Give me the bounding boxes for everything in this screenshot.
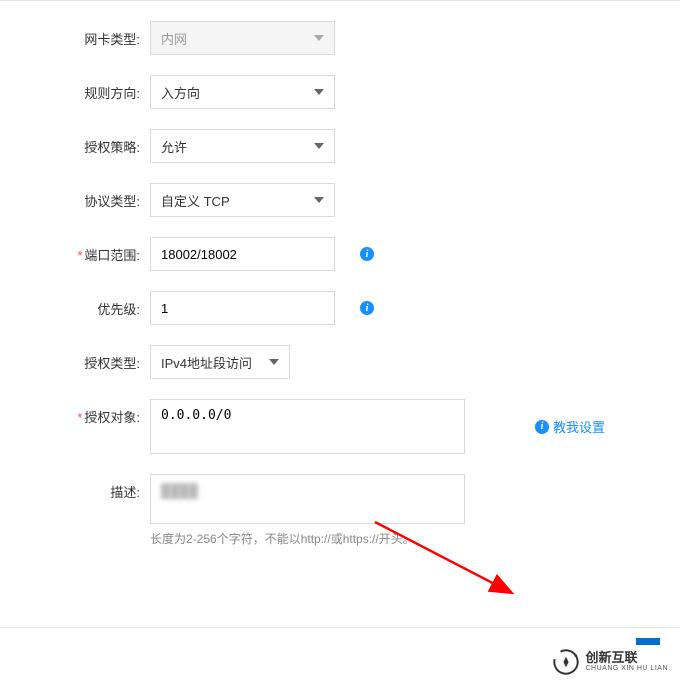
label-rule-direction: 规则方向: xyxy=(0,75,150,102)
select-auth-policy-value: 允许 xyxy=(161,137,187,156)
info-icon[interactable]: i xyxy=(360,247,374,261)
watermark-en: CHUANG XIN HU LIAN xyxy=(585,665,668,673)
row-auth-object: *授权对象: i 教我设置 xyxy=(0,399,680,454)
select-protocol[interactable]: 自定义 TCP xyxy=(150,183,335,217)
required-marker: * xyxy=(77,410,82,425)
select-auth-type-value: IPv4地址段访问 xyxy=(161,353,252,372)
chevron-down-icon xyxy=(314,197,324,203)
label-nic-type: 网卡类型: xyxy=(0,21,150,48)
watermark-logo-icon xyxy=(553,649,579,675)
select-protocol-value: 自定义 TCP xyxy=(161,191,230,210)
label-priority: 优先级: xyxy=(0,291,150,318)
watermark: 创新互联 CHUANG XIN HU LIAN xyxy=(549,645,672,679)
label-protocol: 协议类型: xyxy=(0,183,150,210)
chevron-down-icon xyxy=(314,89,324,95)
row-auth-type: 授权类型: IPv4地址段访问 xyxy=(0,345,680,379)
description-hint: 长度为2-256个字符，不能以http://或https://开头。 xyxy=(150,530,465,547)
input-port-range[interactable] xyxy=(150,237,335,271)
security-rule-form: 网卡类型: 内网 规则方向: 入方向 授权策略: 允许 xyxy=(0,0,680,547)
row-description: 描述: ████ 长度为2-256个字符，不能以http://或https://… xyxy=(0,474,680,547)
label-description: 描述: xyxy=(0,474,150,501)
input-priority[interactable] xyxy=(150,291,335,325)
watermark-cn: 创新互联 xyxy=(585,651,668,665)
help-link[interactable]: i 教我设置 xyxy=(535,417,605,436)
select-nic-type: 内网 xyxy=(150,21,335,55)
textarea-auth-object[interactable] xyxy=(150,399,465,454)
info-icon[interactable]: i xyxy=(360,301,374,315)
chevron-down-icon xyxy=(314,35,324,41)
help-link-text: 教我设置 xyxy=(553,417,605,436)
select-rule-direction[interactable]: 入方向 xyxy=(150,75,335,109)
row-port-range: *端口范围: i xyxy=(0,237,680,271)
chevron-down-icon xyxy=(314,143,324,149)
required-marker: * xyxy=(77,248,82,263)
label-auth-type: 授权类型: xyxy=(0,345,150,372)
select-auth-type[interactable]: IPv4地址段访问 xyxy=(150,345,290,379)
select-auth-policy[interactable]: 允许 xyxy=(150,129,335,163)
label-auth-policy: 授权策略: xyxy=(0,129,150,156)
info-icon: i xyxy=(535,420,549,434)
textarea-description[interactable]: ████ xyxy=(150,474,465,524)
label-port-range: *端口范围: xyxy=(0,237,150,264)
row-protocol: 协议类型: 自定义 TCP xyxy=(0,183,680,217)
row-priority: 优先级: i xyxy=(0,291,680,325)
select-nic-type-value: 内网 xyxy=(161,29,187,48)
chevron-down-icon xyxy=(269,359,279,365)
row-auth-policy: 授权策略: 允许 xyxy=(0,129,680,163)
blurred-text: ████ xyxy=(161,483,198,498)
row-rule-direction: 规则方向: 入方向 xyxy=(0,75,680,109)
label-auth-object: *授权对象: xyxy=(0,399,150,426)
select-rule-direction-value: 入方向 xyxy=(161,83,200,102)
row-nic-type: 网卡类型: 内网 xyxy=(0,21,680,55)
